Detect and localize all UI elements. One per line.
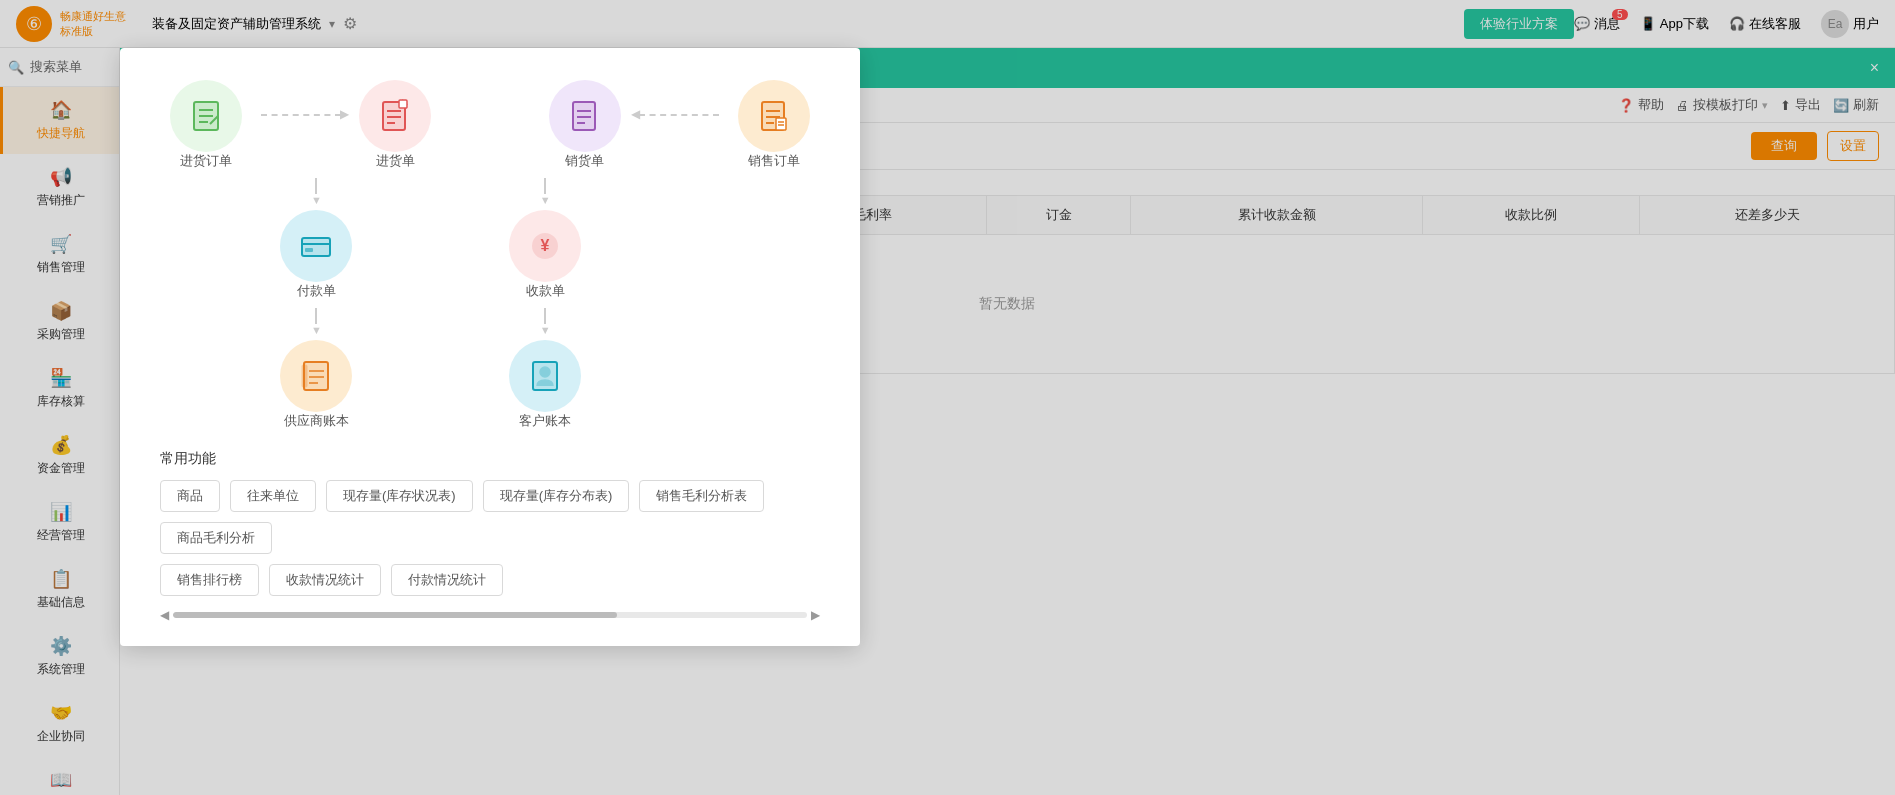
common-section: 常用功能 商品 往来单位 现存量(库存状况表) 现存量(库存分布表) 销售毛利分… (160, 450, 820, 596)
scrollbar-track[interactable] (173, 612, 807, 618)
common-btn-sales-rank[interactable]: 销售排行榜 (160, 564, 259, 596)
popup-panel: 进货订单 ▶ (120, 48, 860, 646)
common-btn-payment-stats[interactable]: 付款情况统计 (391, 564, 503, 596)
flow-node-payment-bill[interactable]: 付款单 (280, 210, 352, 300)
svg-point-38 (540, 367, 550, 377)
sales-order-circle[interactable] (738, 80, 810, 152)
common-btn-stock-status[interactable]: 现存量(库存状况表) (326, 480, 473, 512)
svg-rect-32 (302, 365, 307, 387)
flow-node-collection-bill[interactable]: ¥ 收款单 (509, 210, 581, 300)
flow-node-sales-order[interactable]: 销售订单 (738, 80, 810, 170)
flow-node-purchase-bill[interactable]: 进货单 (359, 80, 431, 170)
purchase-order-circle[interactable] (170, 80, 242, 152)
common-btn-sales-profit[interactable]: 销售毛利分析表 (639, 480, 764, 512)
scroll-right-icon[interactable]: ▶ (811, 608, 820, 622)
common-btn-collection-stats[interactable]: 收款情况统计 (269, 564, 381, 596)
overlay[interactable]: 进货订单 ▶ (0, 0, 1895, 795)
popup-scrollbar: ◀ ▶ (160, 608, 820, 622)
common-btn-stock-dist[interactable]: 现存量(库存分布表) (483, 480, 630, 512)
scrollbar-thumb (173, 612, 617, 618)
flow-node-purchase-order[interactable]: 进货订单 (170, 80, 242, 170)
arrow-down-purchase: ▼ (280, 178, 352, 206)
scroll-left-icon[interactable]: ◀ (160, 608, 169, 622)
common-section-title: 常用功能 (160, 450, 820, 468)
svg-rect-27 (305, 248, 313, 252)
flow-node-supplier-ledger[interactable]: 供应商账本 (280, 340, 352, 430)
common-btns-row1: 商品 往来单位 现存量(库存状况表) 现存量(库存分布表) 销售毛利分析表 商品… (160, 480, 820, 554)
collection-bill-circle[interactable]: ¥ (509, 210, 581, 282)
arrow-purchase-to-bill: ▶ (261, 114, 341, 116)
common-btn-goods-profit[interactable]: 商品毛利分析 (160, 522, 272, 554)
customer-ledger-circle[interactable] (509, 340, 581, 412)
svg-rect-24 (302, 238, 330, 256)
common-btns-row2: 销售排行榜 收款情况统计 付款情况统计 (160, 564, 820, 596)
arrow-down-payment: ▼ (280, 308, 352, 336)
svg-rect-30 (304, 362, 328, 390)
flow-node-customer-ledger[interactable]: 客户账本 (509, 340, 581, 430)
supplier-ledger-circle[interactable] (280, 340, 352, 412)
arrow-down-collection: ▼ (509, 308, 581, 336)
flow-node-sales-bill[interactable]: 销货单 (549, 80, 621, 170)
common-btn-clients[interactable]: 往来单位 (230, 480, 316, 512)
svg-text:¥: ¥ (541, 237, 550, 254)
svg-rect-21 (776, 118, 786, 130)
common-btn-goods[interactable]: 商品 (160, 480, 220, 512)
arrow-order-to-sales: ◀ (639, 114, 719, 116)
sales-bill-circle[interactable] (549, 80, 621, 152)
payment-bill-circle[interactable] (280, 210, 352, 282)
arrow-down-sales: ▼ (509, 178, 581, 206)
svg-rect-10 (399, 100, 407, 108)
purchase-bill-circle[interactable] (359, 80, 431, 152)
